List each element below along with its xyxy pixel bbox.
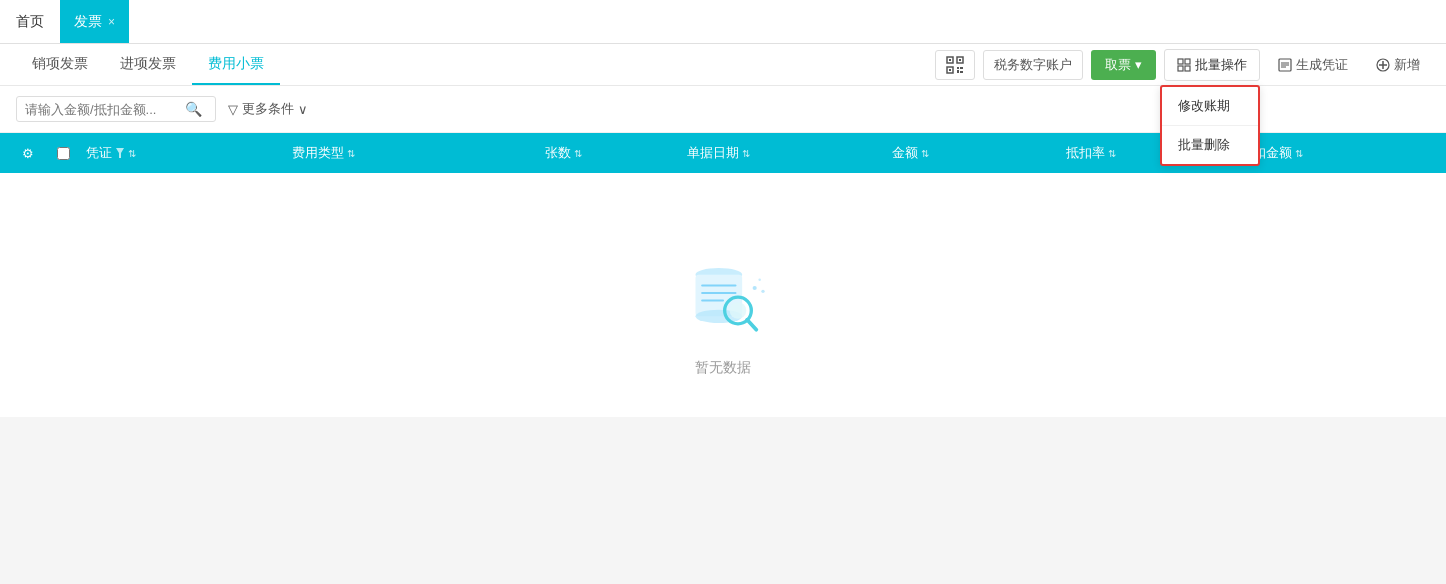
svg-rect-1	[949, 59, 951, 61]
qr-icon	[946, 56, 964, 74]
filter-icon: ▽	[228, 102, 238, 117]
th-rate-sort-icon[interactable]: ⇅	[1108, 148, 1116, 159]
svg-rect-12	[1178, 66, 1183, 71]
tax-account-label: 税务数字账户	[994, 56, 1072, 74]
nav-tab-invoice-label: 发票	[74, 13, 102, 31]
generate-voucher-icon	[1278, 58, 1292, 72]
more-filter-arrow-icon: ∨	[298, 102, 308, 117]
tab-expense-ticket-label: 费用小票	[208, 55, 264, 73]
svg-rect-5	[949, 69, 951, 71]
more-filter-button[interactable]: ▽ 更多条件 ∨	[228, 100, 308, 118]
search-wrap[interactable]: 🔍	[16, 96, 216, 122]
th-voucher-sort-icon[interactable]: ⇅	[128, 148, 136, 159]
th-expense-type-label: 费用类型	[292, 144, 344, 162]
top-nav: 首页 发票 ×	[0, 0, 1446, 44]
th-date[interactable]: 单据日期 ⇅	[679, 144, 885, 162]
svg-line-30	[747, 320, 756, 330]
th-date-sort-icon[interactable]: ⇅	[742, 148, 750, 159]
nav-tab-close-icon[interactable]: ×	[108, 15, 115, 29]
batch-op-button[interactable]: 批量操作	[1164, 49, 1260, 81]
svg-rect-10	[1178, 59, 1183, 64]
th-checkbox[interactable]	[48, 147, 78, 160]
empty-state-label: 暂无数据	[695, 359, 751, 377]
svg-rect-11	[1185, 59, 1190, 64]
th-amount[interactable]: 金额 ⇅	[884, 144, 1058, 162]
batch-op-icon	[1177, 58, 1191, 72]
nav-tab-invoice[interactable]: 发票 ×	[60, 0, 129, 43]
svg-rect-3	[959, 59, 961, 61]
search-icon[interactable]: 🔍	[185, 101, 202, 117]
empty-state-illustration	[673, 253, 773, 343]
th-voucher-filter-icon	[115, 147, 125, 159]
th-gear[interactable]: ⚙	[8, 146, 48, 161]
gear-icon[interactable]: ⚙	[22, 146, 34, 161]
generate-voucher-button[interactable]: 生成凭证	[1268, 51, 1358, 79]
svg-point-32	[758, 278, 761, 281]
new-icon	[1376, 58, 1390, 72]
generate-voucher-label: 生成凭证	[1296, 56, 1348, 74]
batch-op-label: 批量操作	[1195, 56, 1247, 74]
svg-rect-13	[1185, 66, 1190, 71]
svg-rect-8	[957, 70, 959, 73]
th-voucher-label: 凭证	[86, 144, 112, 162]
th-count-sort-icon[interactable]: ⇅	[574, 148, 582, 159]
tab-sales-invoice-label: 销项发票	[32, 55, 88, 73]
select-all-checkbox[interactable]	[57, 147, 70, 160]
take-ticket-label: 取票	[1105, 56, 1131, 74]
th-voucher[interactable]: 凭证 ⇅	[78, 144, 284, 162]
th-date-label: 单据日期	[687, 144, 739, 162]
dropdown-item-batch-delete[interactable]: 批量删除	[1162, 125, 1258, 164]
qr-code-button[interactable]	[935, 50, 975, 80]
dropdown-item-modify-period[interactable]: 修改账期	[1162, 87, 1258, 125]
tab-expense-ticket[interactable]: 费用小票	[192, 44, 280, 85]
svg-point-29	[730, 302, 747, 319]
tab-sales-invoice[interactable]: 销项发票	[16, 44, 104, 85]
th-amount-label: 金额	[892, 144, 918, 162]
empty-state: 暂无数据	[0, 173, 1446, 417]
more-filter-label: 更多条件	[242, 100, 294, 118]
batch-op-dropdown: 修改账期 批量删除	[1160, 85, 1260, 166]
svg-rect-9	[960, 71, 963, 73]
page-wrapper: 首页 发票 × 销项发票 进项发票 费用小票	[0, 0, 1446, 417]
svg-point-31	[753, 286, 757, 290]
new-label: 新增	[1394, 56, 1420, 74]
sub-tabs-bar: 销项发票 进项发票 费用小票	[0, 44, 1446, 86]
svg-rect-6	[957, 67, 959, 69]
tax-account-button[interactable]: 税务数字账户	[983, 50, 1083, 80]
tab-purchase-invoice-label: 进项发票	[120, 55, 176, 73]
batch-op-container: 批量操作 修改账期 批量删除	[1164, 49, 1260, 81]
th-count[interactable]: 张数 ⇅	[537, 144, 679, 162]
th-amount-sort-icon[interactable]: ⇅	[921, 148, 929, 159]
th-count-label: 张数	[545, 144, 571, 162]
svg-rect-7	[960, 67, 963, 69]
tab-purchase-invoice[interactable]: 进项发票	[104, 44, 192, 85]
th-deduct-sort-icon[interactable]: ⇅	[1295, 148, 1303, 159]
th-expense-sort-icon[interactable]: ⇅	[347, 148, 355, 159]
th-expense-type[interactable]: 费用类型 ⇅	[284, 144, 537, 162]
th-rate-label: 抵扣率	[1066, 144, 1105, 162]
svg-marker-21	[116, 148, 124, 158]
search-input[interactable]	[25, 102, 185, 117]
take-ticket-button[interactable]: 取票 ▾	[1091, 50, 1156, 80]
th-deduct-amount[interactable]: 抵扣金额 ⇅	[1232, 144, 1438, 162]
nav-home[interactable]: 首页	[0, 0, 60, 43]
toolbar-right: 税务数字账户 取票 ▾ 批量操作	[935, 49, 1430, 81]
new-button[interactable]: 新增	[1366, 51, 1430, 79]
take-ticket-arrow-icon: ▾	[1135, 57, 1142, 72]
svg-point-33	[761, 290, 764, 293]
